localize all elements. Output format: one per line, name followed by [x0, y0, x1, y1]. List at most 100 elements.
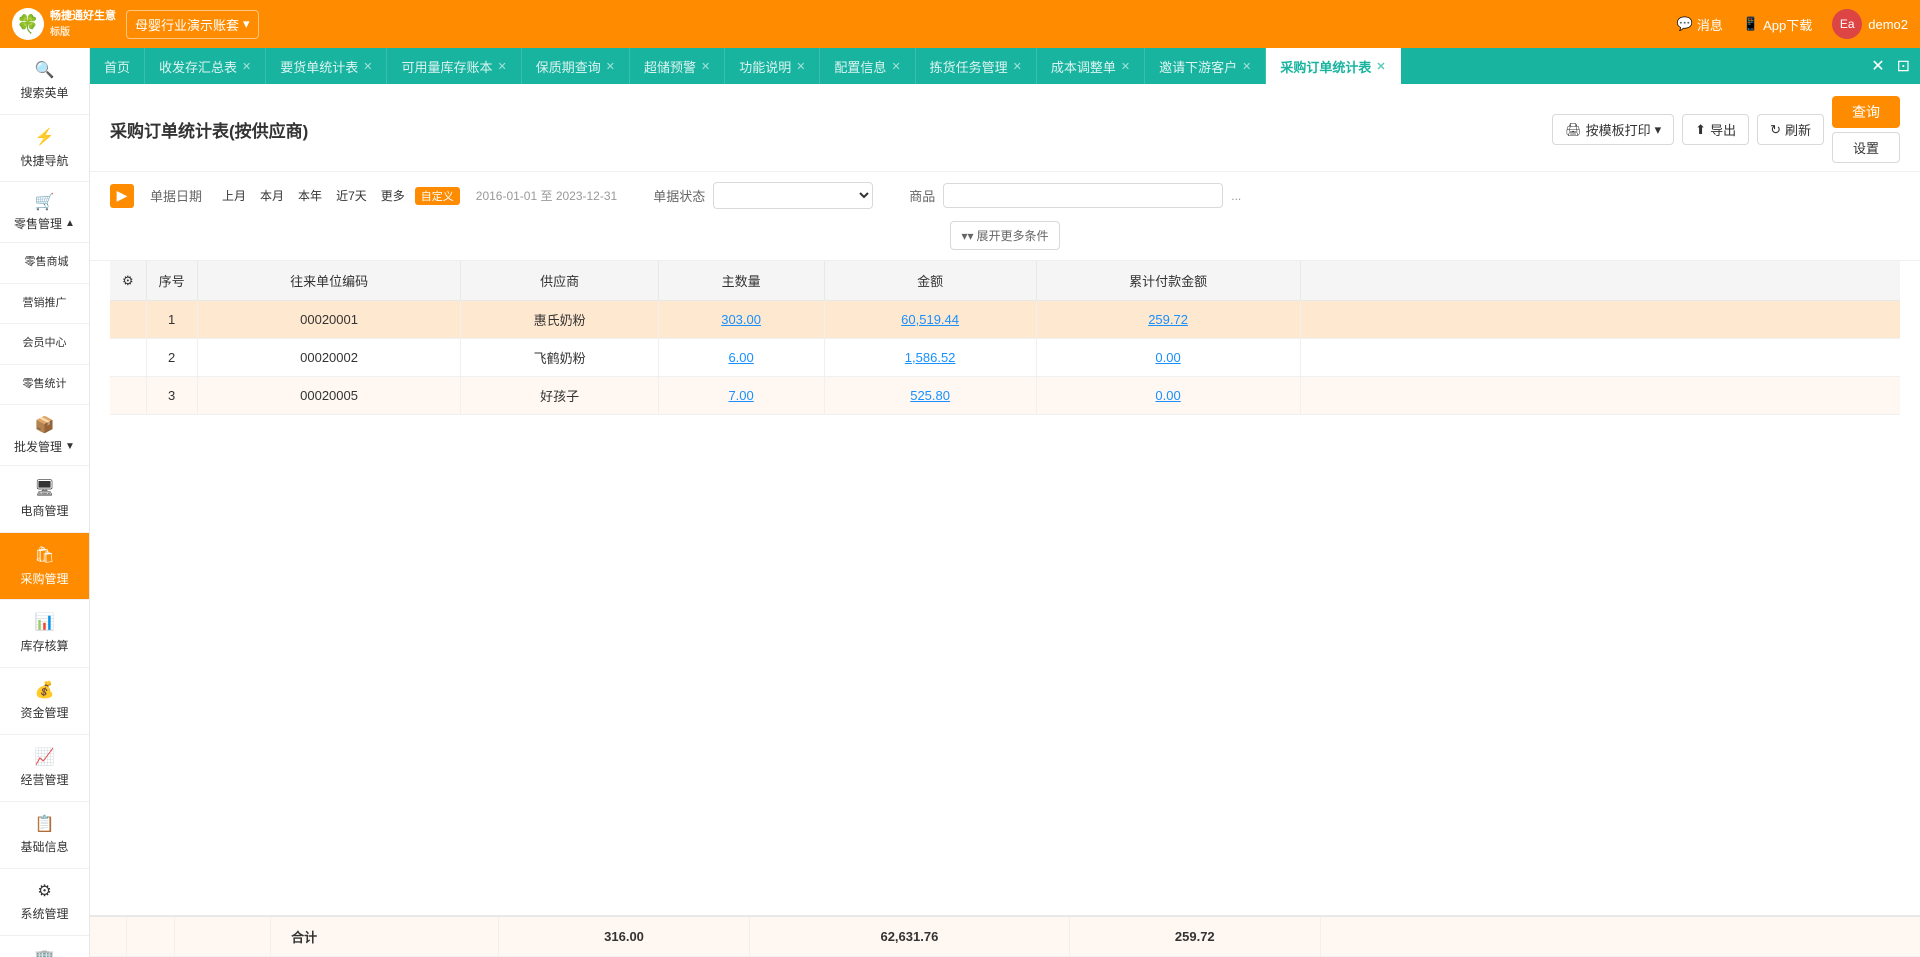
close-available-stock[interactable]: ✕ [498, 60, 507, 73]
query-button[interactable]: 查询 [1832, 96, 1900, 128]
sidebar-item-operations[interactable]: 📈 经营管理 [0, 735, 89, 802]
sidebar-item-basic-info[interactable]: 📋 基础信息 [0, 802, 89, 869]
export-button[interactable]: ⬆ 导出 [1682, 114, 1749, 145]
close-expiry-query[interactable]: ✕ [606, 60, 615, 73]
tab-expiry-query[interactable]: 保质期查询 ✕ [522, 48, 630, 84]
tab-invite-downstream[interactable]: 邀请下游客户 ✕ [1145, 48, 1266, 84]
sidebar-label-purchase: 采购管理 [20, 571, 68, 588]
row-num: 1 [146, 301, 197, 339]
row-quantity: 6.00 [658, 339, 824, 377]
col-quantity: 主数量 [658, 261, 824, 301]
shortcut-last-month[interactable]: 上月 [218, 186, 250, 205]
maximize-button[interactable]: ⊡ [1895, 54, 1912, 78]
tab-available-stock[interactable]: 可用量库存账本 ✕ [387, 48, 521, 84]
message-button[interactable]: 💬 消息 [1677, 15, 1723, 34]
sidebar-item-purchase[interactable]: 🛍 采购管理 [0, 533, 89, 600]
sidebar-item-search[interactable]: 🔍 搜索英单 [0, 48, 89, 115]
shortcut-last-7days[interactable]: 近7天 [332, 186, 371, 205]
settings-button[interactable]: 设置 [1832, 132, 1900, 163]
sidebar-item-wholesale[interactable]: 📦 批发管理 ▼ [0, 405, 89, 466]
refresh-button[interactable]: ↻ 刷新 [1757, 114, 1824, 145]
print-icon: 🖨 [1565, 122, 1582, 138]
sidebar-item-members[interactable]: 会员中心 [0, 324, 89, 364]
tab-receive-summary[interactable]: 收发存汇总表 ✕ [145, 48, 266, 84]
tab-home[interactable]: 首页 [90, 48, 145, 84]
sidebar-item-marketing[interactable]: 营销推广 [0, 284, 89, 324]
app-download-button[interactable]: 📱 App下载 [1743, 15, 1812, 34]
filter-toggle-button[interactable]: ▶ [110, 184, 134, 208]
col-supplier: 供应商 [461, 261, 658, 301]
shortcut-this-month[interactable]: 本月 [256, 186, 288, 205]
tab-cost-adjust[interactable]: 成本调整单 ✕ [1037, 48, 1145, 84]
workspace-selector[interactable]: 母婴行业演示账套 ▾ [126, 10, 259, 39]
print-label: 按模板打印 [1586, 120, 1651, 139]
sidebar-item-system[interactable]: ⚙ 系统管理 [0, 869, 89, 936]
filter-row-1: ▶ 单据日期 上月 本月 本年 近7天 更多 自定义 2016-01-01 至 … [110, 182, 1900, 209]
shortcut-more[interactable]: 更多 [377, 186, 409, 205]
tab-purchase-stats[interactable]: 采购订单统计表 ✕ [1266, 48, 1400, 84]
footer-extra-cell [1320, 917, 1920, 957]
close-goods-stats[interactable]: ✕ [363, 60, 372, 73]
row-quantity: 7.00 [658, 377, 824, 415]
col-settings[interactable]: ⚙ [110, 261, 146, 301]
footer-code-cell [174, 917, 271, 957]
close-receive-summary[interactable]: ✕ [242, 60, 251, 73]
inventory-icon: 📊 [35, 612, 55, 634]
tab-pick-task[interactable]: 拣货任务管理 ✕ [916, 48, 1037, 84]
close-overstock-warning[interactable]: ✕ [701, 60, 710, 73]
row-settings[interactable] [110, 301, 146, 339]
close-cost-adjust[interactable]: ✕ [1121, 60, 1130, 73]
sidebar-item-enterprise[interactable]: 🏢 企业协同 [0, 936, 89, 957]
tab-goods-stats[interactable]: 要货单统计表 ✕ [266, 48, 387, 84]
wholesale-icon: 📦 [35, 415, 55, 435]
page-content: 采购订单统计表(按供应商) 🖨 按模板打印 ▾ ⬆ 导出 ↻ 刷新 [90, 84, 1920, 957]
close-config-info[interactable]: ✕ [891, 60, 900, 73]
sidebar-item-retail-shop[interactable]: 零售商城 [0, 243, 89, 283]
sidebar-label-search: 搜索英单 [20, 85, 68, 102]
row-extra [1300, 377, 1900, 415]
expand-more-conditions-button[interactable]: ▾▾ 展开更多条件 [950, 221, 1059, 250]
close-purchase-stats[interactable]: ✕ [1376, 60, 1385, 73]
filter-more-row: ▾▾ 展开更多条件 [110, 209, 1900, 250]
app-download-label: App下载 [1763, 15, 1812, 34]
print-button[interactable]: 🖨 按模板打印 ▾ [1552, 114, 1674, 145]
status-select[interactable] [713, 182, 873, 209]
tab-config-info[interactable]: 配置信息 ✕ [820, 48, 915, 84]
row-settings[interactable] [110, 339, 146, 377]
page-title: 采购订单统计表(按供应商) [110, 117, 308, 142]
row-amount: 1,586.52 [824, 339, 1036, 377]
purchase-icon: 🛍 [34, 545, 54, 567]
page-actions: 🖨 按模板打印 ▾ ⬆ 导出 ↻ 刷新 查询 设置 [1552, 96, 1900, 163]
sidebar-item-capital[interactable]: 💰 资金管理 [0, 668, 89, 735]
table-row[interactable]: 1 00020001 惠氏奶粉 303.00 60,519.44 259.72 [110, 301, 1900, 339]
goods-input[interactable] [943, 183, 1223, 208]
close-pick-task[interactable]: ✕ [1013, 60, 1022, 73]
sidebar-label-basic-info: 基础信息 [20, 839, 68, 856]
sidebar-item-retail[interactable]: 🛒 零售管理 ▲ [0, 182, 89, 243]
close-invite-downstream[interactable]: ✕ [1242, 60, 1251, 73]
username-label: demo2 [1868, 17, 1908, 32]
row-code: 00020002 [197, 339, 461, 377]
search-icon: 🔍 [35, 60, 55, 82]
tab-overstock-warning-label: 超储预警 [644, 57, 696, 76]
sidebar-label-shortcuts: 快捷导航 [20, 153, 68, 170]
shortcut-this-year[interactable]: 本年 [294, 186, 326, 205]
table-row[interactable]: 2 00020002 飞鹤奶粉 6.00 1,586.52 0.00 [110, 339, 1900, 377]
row-settings[interactable] [110, 377, 146, 415]
sidebar-item-ecommerce[interactable]: 🖥 电商管理 [0, 466, 89, 533]
sidebar-item-inventory[interactable]: 📊 库存核算 [0, 600, 89, 667]
sidebar-item-shortcuts[interactable]: ⚡ 快捷导航 [0, 115, 89, 182]
goods-more-dots[interactable]: ... [1231, 189, 1241, 203]
phone-icon: 📱 [1743, 16, 1759, 32]
user-profile[interactable]: Ea demo2 [1832, 9, 1908, 39]
custom-date-badge[interactable]: 自定义 [415, 187, 460, 205]
table-body: 1 00020001 惠氏奶粉 303.00 60,519.44 259.72 … [110, 301, 1900, 415]
print-dropdown-icon: ▾ [1655, 122, 1662, 138]
tab-function-desc[interactable]: 功能说明 ✕ [725, 48, 820, 84]
close-all-tabs-button[interactable]: ✕ [1869, 54, 1886, 78]
ecommerce-icon: 🖥 [34, 478, 54, 500]
table-row[interactable]: 3 00020005 好孩子 7.00 525.80 0.00 [110, 377, 1900, 415]
close-function-desc[interactable]: ✕ [796, 60, 805, 73]
tab-overstock-warning[interactable]: 超储预警 ✕ [630, 48, 725, 84]
sidebar-item-retail-stats[interactable]: 零售统计 [0, 365, 89, 405]
